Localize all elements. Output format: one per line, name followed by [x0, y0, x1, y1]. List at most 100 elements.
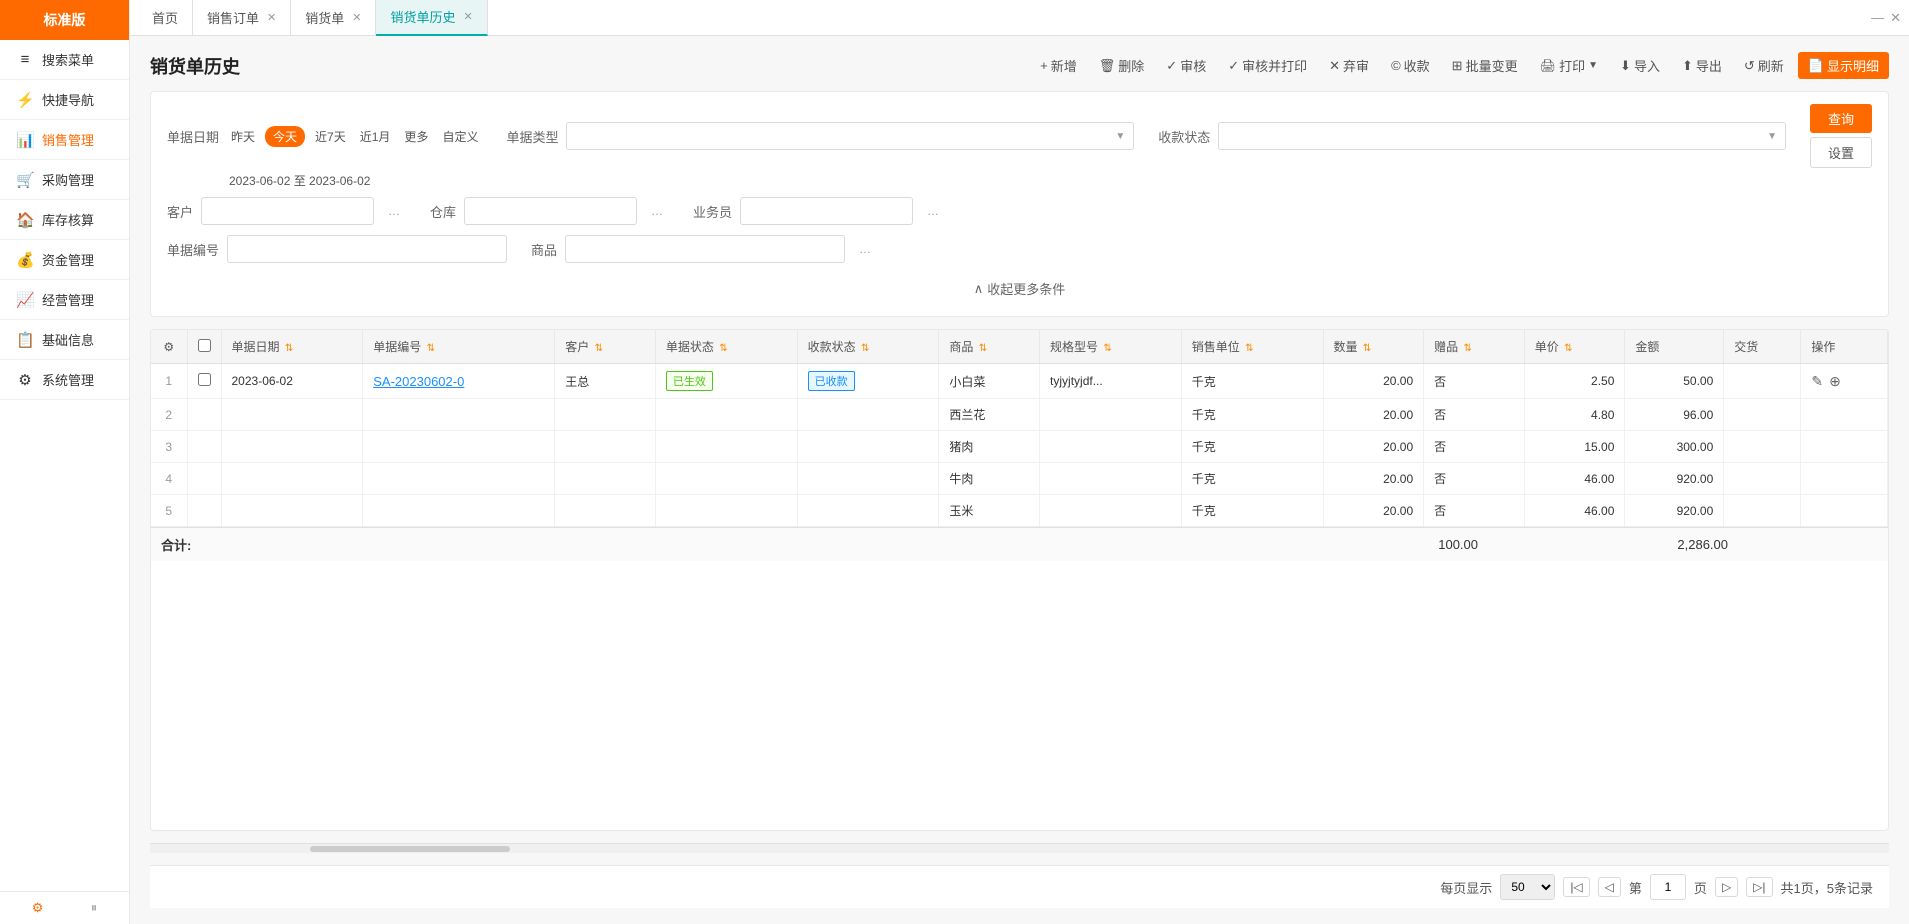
sidebar-item-quick-nav[interactable]: ⚡ 快捷导航	[0, 80, 129, 120]
filter-docnumber-field: 单据编号	[167, 235, 507, 263]
filter-doctype-field: 单据类型 ▼	[506, 122, 1134, 150]
sidebar-item-basic-info[interactable]: 📋 基础信息	[0, 320, 129, 360]
sidebar-collapse-btn[interactable]: ⏸	[91, 900, 98, 916]
sidebar-item-finance[interactable]: 💰 资金管理	[0, 240, 129, 280]
filter-warehouse-input[interactable]	[464, 197, 637, 225]
scroll-thumb[interactable]	[310, 846, 510, 852]
date-opt-yesterday[interactable]: 昨天	[227, 126, 259, 147]
refresh-button[interactable]: ↺ 刷新	[1736, 52, 1792, 79]
filter-paystatus-select[interactable]: ▼	[1218, 122, 1786, 150]
row-number: SA-20230602-0	[363, 364, 555, 399]
row-checkbox-cell[interactable]	[187, 431, 221, 463]
last-page-btn[interactable]: ▷|	[1746, 877, 1772, 897]
col-price[interactable]: 单价 ⇅	[1524, 330, 1625, 364]
show-detail-button[interactable]: 📄 显示明细	[1798, 52, 1889, 79]
window-close-btn[interactable]: ✕	[1890, 10, 1901, 26]
doc-number-link[interactable]: SA-20230602-0	[373, 374, 464, 389]
window-minimize-btn[interactable]: —	[1871, 10, 1884, 25]
horizontal-scrollbar[interactable]	[150, 843, 1889, 853]
page-size-select[interactable]: 50 100 200	[1500, 874, 1555, 900]
total-info: 共1页，5条记录	[1781, 878, 1873, 897]
paystatus-dropdown-icon: ▼	[1767, 131, 1777, 142]
import-button[interactable]: ⬇ 导入	[1612, 52, 1668, 79]
select-all-checkbox[interactable]	[198, 339, 211, 352]
col-unit[interactable]: 销售单位 ⇅	[1181, 330, 1323, 364]
filter-goods-input[interactable]	[565, 235, 845, 263]
sidebar-item-search-menu[interactable]: ≡ 搜索菜单	[0, 40, 129, 80]
col-customer[interactable]: 客户 ⇅	[555, 330, 656, 364]
sidebar-item-sales[interactable]: 📊 销售管理	[0, 120, 129, 160]
date-opt-1month[interactable]: 近1月	[356, 126, 395, 147]
date-opt-7days[interactable]: 近7天	[311, 126, 350, 147]
salesperson-ellipsis[interactable]: …	[921, 202, 945, 220]
refresh-label: 刷新	[1758, 56, 1784, 75]
audit-print-button[interactable]: ✓ 审核并打印	[1220, 52, 1315, 79]
sidebar-settings-btn[interactable]: ⚙	[32, 900, 44, 916]
col-doc-status[interactable]: 单据状态 ⇅	[655, 330, 797, 364]
first-page-btn[interactable]: |◁	[1563, 877, 1589, 897]
sidebar-item-inventory[interactable]: 🏠 库存核算	[0, 200, 129, 240]
tab-sales-order[interactable]: 销售订单 ✕	[193, 0, 291, 36]
row-checkbox[interactable]	[198, 373, 211, 386]
date-opt-more[interactable]: 更多	[400, 126, 432, 147]
col-gift[interactable]: 赠品 ⇅	[1424, 330, 1525, 364]
copy-icon[interactable]: ⊕	[1829, 373, 1841, 390]
filter-customer-field: 客户 …	[167, 197, 406, 225]
set-button[interactable]: 设置	[1810, 137, 1872, 168]
prev-page-btn[interactable]: ◁	[1598, 877, 1621, 897]
filter-salesperson-input[interactable]	[740, 197, 913, 225]
tab-sales-delivery[interactable]: 销货单 ✕	[291, 0, 376, 36]
col-qty[interactable]: 数量 ⇅	[1323, 330, 1424, 364]
tab-sales-history-close[interactable]: ✕	[464, 10, 473, 23]
add-button[interactable]: + 新增	[1032, 52, 1085, 79]
export-button[interactable]: ⬆ 导出	[1674, 52, 1730, 79]
col-trade: 交货	[1724, 330, 1801, 364]
abandon-button[interactable]: ✕ 弃审	[1321, 52, 1377, 79]
row-idx: 2	[151, 399, 187, 431]
row-date	[221, 495, 363, 527]
col-goods[interactable]: 商品 ⇅	[939, 330, 1040, 364]
filter-customer-input[interactable]	[201, 197, 374, 225]
row-checkbox-cell[interactable]	[187, 495, 221, 527]
row-checkbox-cell[interactable]	[187, 463, 221, 495]
print-button[interactable]: 🖨 打印 ▼	[1532, 52, 1606, 79]
row-trade	[1724, 399, 1801, 431]
row-unit: 千克	[1181, 364, 1323, 399]
delete-button[interactable]: 🗑 删除	[1091, 52, 1153, 79]
col-number[interactable]: 单据编号 ⇅	[363, 330, 555, 364]
tab-home[interactable]: 首页	[138, 0, 193, 36]
batch-change-button[interactable]: ⊞ 批量变更	[1444, 52, 1526, 79]
col-spec[interactable]: 规格型号 ⇅	[1040, 330, 1182, 364]
col-date[interactable]: 单据日期 ⇅	[221, 330, 363, 364]
date-opt-today[interactable]: 今天	[265, 126, 305, 147]
collapse-filter-btn[interactable]: ∧ 收起更多条件	[167, 273, 1872, 304]
page-number-input[interactable]	[1650, 874, 1686, 900]
goods-ellipsis[interactable]: …	[853, 240, 877, 258]
row-price: 4.80	[1524, 399, 1625, 431]
row-checkbox-cell[interactable]	[187, 399, 221, 431]
row-qty: 20.00	[1323, 364, 1424, 399]
query-button[interactable]: 查询	[1810, 104, 1872, 133]
warehouse-ellipsis[interactable]: …	[645, 202, 669, 220]
col-pay-status[interactable]: 收款状态 ⇅	[797, 330, 939, 364]
sidebar-item-purchase[interactable]: 🛒 采购管理	[0, 160, 129, 200]
tab-sales-order-close[interactable]: ✕	[267, 11, 276, 24]
col-checkbox[interactable]	[187, 330, 221, 364]
row-qty: 20.00	[1323, 399, 1424, 431]
filter-doctype-select[interactable]: ▼	[566, 122, 1134, 150]
sidebar-item-system[interactable]: ⚙ 系统管理	[0, 360, 129, 400]
tab-sales-delivery-close[interactable]: ✕	[352, 11, 361, 24]
row-checkbox-cell[interactable]	[187, 364, 221, 399]
date-opt-custom[interactable]: 自定义	[438, 126, 482, 147]
collect-button[interactable]: © 收款	[1383, 52, 1438, 79]
next-page-btn[interactable]: ▷	[1715, 877, 1738, 897]
tab-sales-history[interactable]: 销货单历史 ✕	[376, 0, 487, 36]
filter-docnumber-input[interactable]	[227, 235, 507, 263]
col-settings[interactable]: ⚙	[151, 330, 187, 364]
sidebar-item-operations[interactable]: 📈 经营管理	[0, 280, 129, 320]
filter-docnumber-label: 单据编号	[167, 240, 219, 259]
customer-ellipsis[interactable]: …	[382, 202, 406, 220]
audit-button[interactable]: ✓ 审核	[1158, 52, 1214, 79]
edit-icon[interactable]: ✎	[1811, 373, 1823, 390]
row-gift: 否	[1424, 364, 1525, 399]
